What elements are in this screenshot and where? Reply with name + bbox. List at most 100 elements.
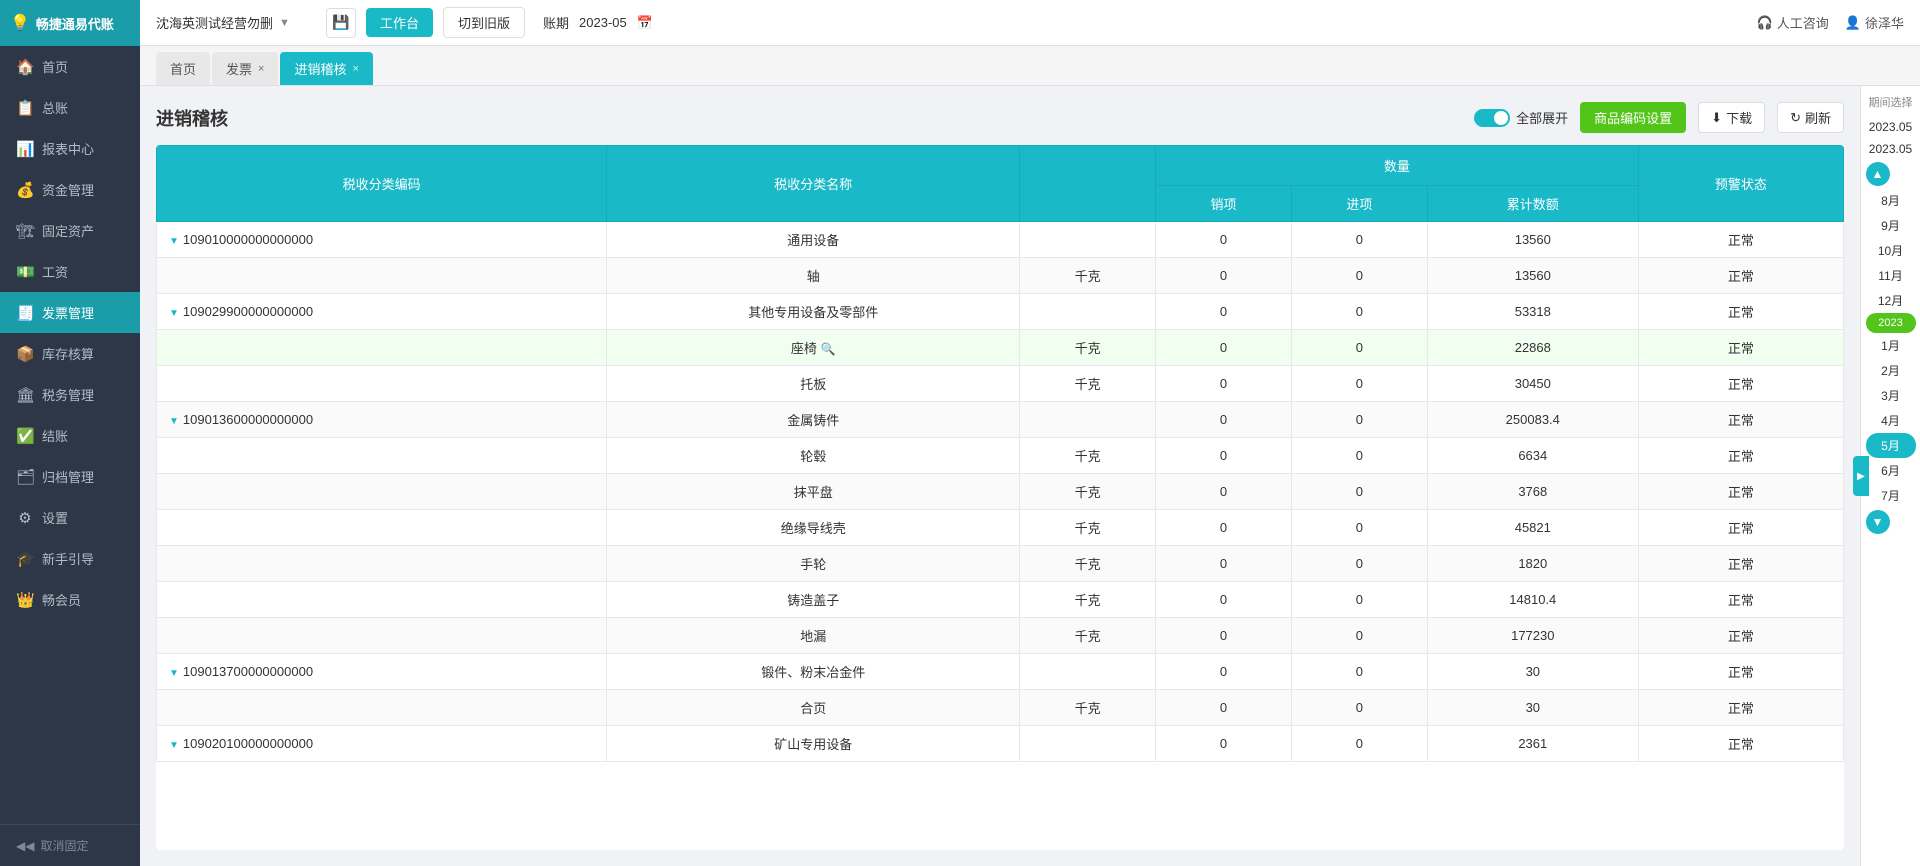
expand-icon[interactable]: ▼: [169, 236, 179, 247]
company-selector[interactable]: 沈海英测试经营勿删 ▼: [156, 13, 316, 32]
cell-status: 正常: [1638, 546, 1843, 582]
cell-status: 正常: [1638, 366, 1843, 402]
sidebar-item-新手引导[interactable]: 🎓新手引导: [0, 538, 140, 579]
period-month-11月[interactable]: 11月: [1866, 263, 1916, 288]
sidebar-item-发票管理[interactable]: 🧾发票管理: [0, 292, 140, 333]
period-month-4月[interactable]: 4月: [1866, 408, 1916, 433]
cell-total: 30: [1427, 690, 1638, 726]
cell-tax-code: [157, 330, 607, 366]
cell-tax-name: 轮毂: [607, 438, 1020, 474]
cell-total: 30450: [1427, 366, 1638, 402]
cell-unit: 千克: [1020, 582, 1156, 618]
toggle-track[interactable]: [1474, 109, 1510, 127]
cell-unit: 千克: [1020, 546, 1156, 582]
sidebar-item-畅会员[interactable]: 👑畅会员: [0, 579, 140, 620]
cell-total: 177230: [1427, 618, 1638, 654]
period-top-1[interactable]: 2023.05: [1866, 138, 1916, 160]
period-month-6月[interactable]: 6月: [1866, 458, 1916, 483]
cell-sales: 0: [1156, 366, 1292, 402]
cell-purchase: 0: [1291, 654, 1427, 690]
switch-version-button[interactable]: 切到旧版: [443, 7, 525, 38]
cell-sales: 0: [1156, 582, 1292, 618]
period-year-label: 2023: [1866, 313, 1916, 333]
sidebar-label-7: 库存核算: [42, 344, 94, 363]
period-month-5月[interactable]: 5月: [1866, 433, 1916, 458]
col-purchase: 进项: [1291, 186, 1427, 222]
expand-icon[interactable]: ▼: [169, 308, 179, 319]
tab-close-1[interactable]: ×: [258, 63, 264, 75]
cell-tax-name: 座椅 🔍: [607, 330, 1020, 366]
table-row: 托板千克0030450正常: [157, 366, 1844, 402]
expand-icon[interactable]: ▼: [169, 668, 179, 679]
table-row: ▼109020100000000000矿山专用设备002361正常: [157, 726, 1844, 762]
user-label: 徐泽华: [1865, 13, 1904, 32]
sidebar-icon-0: 🏠: [16, 58, 34, 76]
company-name: 沈海英测试经营勿删: [156, 13, 273, 32]
tab-label-0: 首页: [170, 59, 196, 78]
toggle-label: 全部展开: [1516, 108, 1568, 127]
cell-tax-code: [157, 546, 607, 582]
period-month-8月[interactable]: 8月: [1866, 188, 1916, 213]
period-top-0[interactable]: 2023.05: [1866, 116, 1916, 138]
cell-status: 正常: [1638, 474, 1843, 510]
sidebar-item-报表中心[interactable]: 📊报表中心: [0, 128, 140, 169]
sidebar-item-首页[interactable]: 🏠首页: [0, 46, 140, 87]
save-button[interactable]: 💾: [326, 8, 356, 38]
panel-toggle[interactable]: ▶: [1853, 456, 1869, 496]
sidebar-label-11: 设置: [42, 508, 68, 527]
period-month-12月[interactable]: 12月: [1866, 288, 1916, 313]
cell-tax-name: 矿山专用设备: [607, 726, 1020, 762]
calendar-icon[interactable]: 📅: [637, 15, 653, 31]
topbar-right: 🎧 人工咨询 👤 徐泽华: [1757, 13, 1904, 32]
expand-icon[interactable]: ▼: [169, 416, 179, 427]
search-icon[interactable]: 🔍: [821, 342, 836, 356]
period-selector-title: 期间选择: [1869, 94, 1913, 110]
sidebar-item-总账[interactable]: 📋总账: [0, 87, 140, 128]
sidebar-item-库存核算[interactable]: 📦库存核算: [0, 333, 140, 374]
period-month-9月[interactable]: 9月: [1866, 213, 1916, 238]
sidebar-footer[interactable]: ◀◀ 取消固定: [0, 824, 140, 866]
sidebar-item-结账[interactable]: ✅结账: [0, 415, 140, 456]
period-month-7月[interactable]: 7月: [1866, 483, 1916, 508]
table-row: 轮毂千克006634正常: [157, 438, 1844, 474]
cell-status: 正常: [1638, 582, 1843, 618]
table-row: ▼109013700000000000锻件、粉末冶金件0030正常: [157, 654, 1844, 690]
tab-进销稽核[interactable]: 进销稽核×: [280, 52, 372, 85]
tab-发票[interactable]: 发票×: [212, 52, 278, 85]
tab-close-2[interactable]: ×: [352, 63, 358, 75]
period-scroll-down[interactable]: ▼: [1866, 510, 1890, 534]
cell-purchase: 0: [1291, 690, 1427, 726]
cell-unit: [1020, 222, 1156, 258]
sidebar-item-资金管理[interactable]: 💰资金管理: [0, 169, 140, 210]
product-code-button[interactable]: 商品编码设置: [1580, 102, 1686, 133]
service-button[interactable]: 🎧 人工咨询: [1757, 13, 1829, 32]
sidebar-item-归档管理[interactable]: 🗂归档管理: [0, 456, 140, 497]
period-scroll-up[interactable]: ▲: [1866, 162, 1890, 186]
sidebar-item-税务管理[interactable]: 🏛税务管理: [0, 374, 140, 415]
download-button[interactable]: ⬇ 下载: [1698, 102, 1765, 133]
sidebar-label-3: 资金管理: [42, 180, 94, 199]
period-month-2月[interactable]: 2月: [1866, 358, 1916, 383]
period-month-1月[interactable]: 1月: [1866, 333, 1916, 358]
data-table-wrap: 税收分类编码 税收分类名称 数量 预警状态 销项 进项 累计数额 ▼109010…: [156, 145, 1844, 850]
sidebar-icon-8: 🏛: [16, 386, 34, 404]
cell-purchase: 0: [1291, 330, 1427, 366]
col-sales: 销项: [1156, 186, 1292, 222]
expand-toggle[interactable]: 全部展开: [1474, 108, 1568, 127]
cell-total: 22868: [1427, 330, 1638, 366]
table-row: 手轮千克001820正常: [157, 546, 1844, 582]
refresh-button[interactable]: ↻ 刷新: [1777, 102, 1844, 133]
sidebar-icon-12: 🎓: [16, 550, 34, 568]
workbench-button[interactable]: 工作台: [366, 8, 433, 37]
cell-unit: 千克: [1020, 618, 1156, 654]
period-month-10月[interactable]: 10月: [1866, 238, 1916, 263]
sidebar-item-设置[interactable]: ⚙设置: [0, 497, 140, 538]
col-unit-header: [1020, 146, 1156, 222]
cell-status: 正常: [1638, 402, 1843, 438]
expand-icon[interactable]: ▼: [169, 740, 179, 751]
user-menu[interactable]: 👤 徐泽华: [1845, 13, 1904, 32]
sidebar-item-工资[interactable]: 💵工资: [0, 251, 140, 292]
tab-首页[interactable]: 首页: [156, 52, 210, 85]
sidebar-item-固定资产[interactable]: 🏗固定资产: [0, 210, 140, 251]
period-month-3月[interactable]: 3月: [1866, 383, 1916, 408]
